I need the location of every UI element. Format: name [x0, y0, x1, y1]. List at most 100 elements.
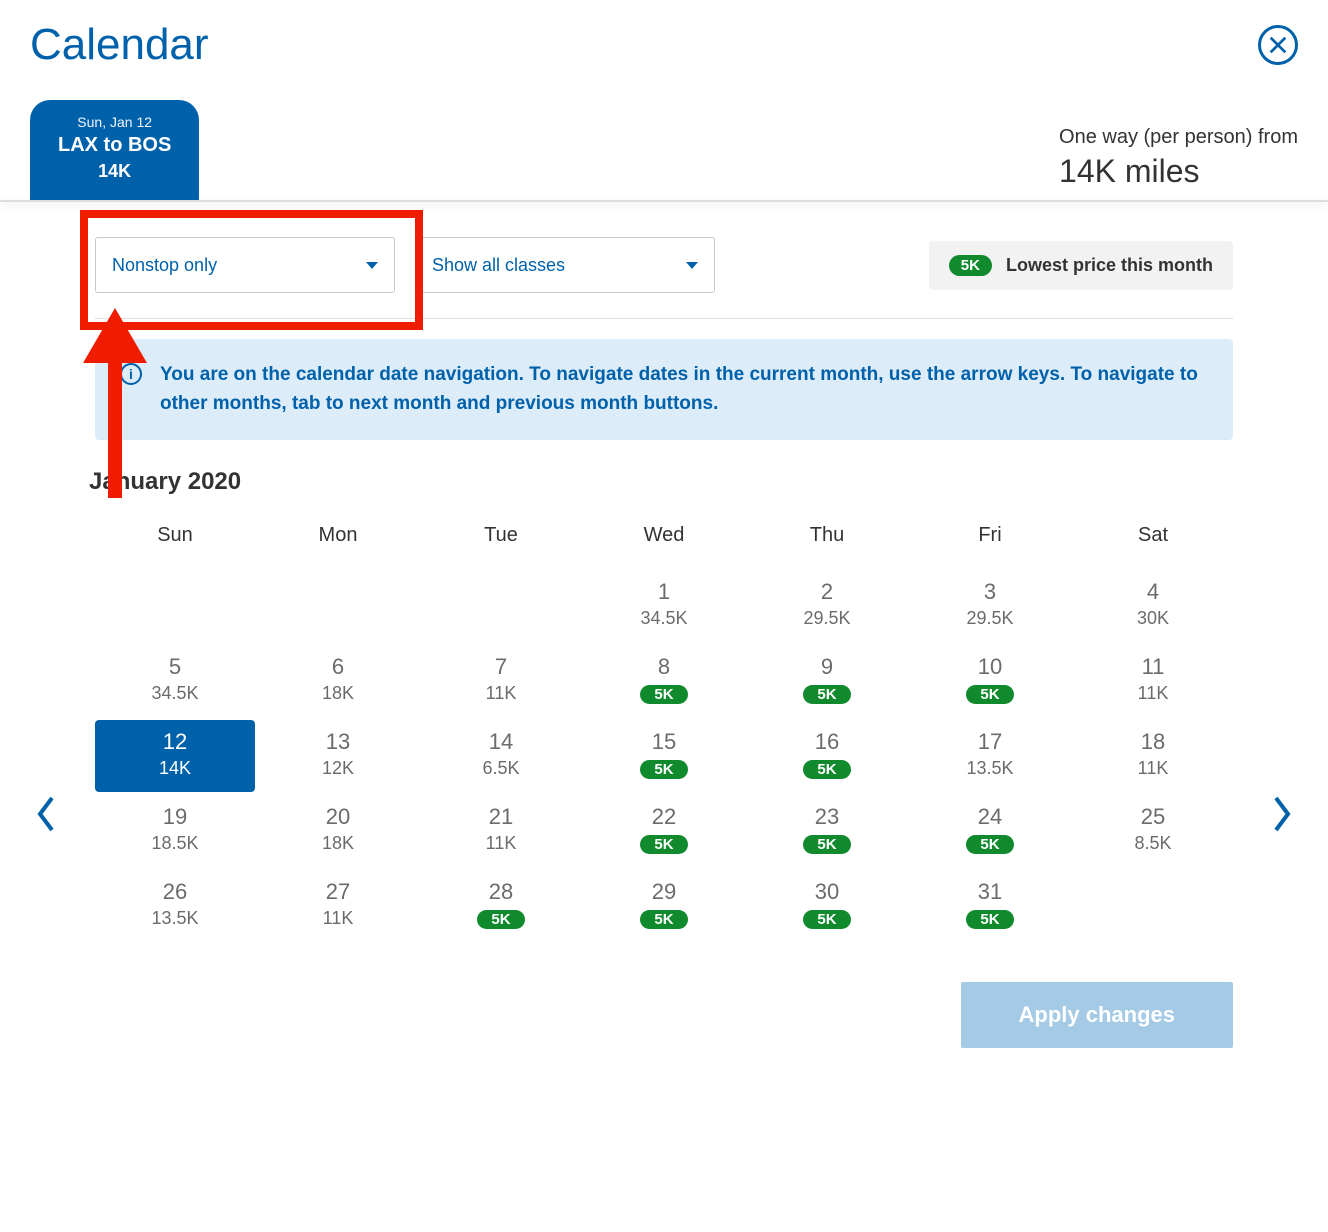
- day-price-pill: 5K: [966, 685, 1013, 704]
- day-price-pill: 5K: [803, 685, 850, 704]
- day-price: 14K: [159, 758, 191, 779]
- lowest-price-label: Lowest price this month: [1006, 255, 1213, 276]
- day-cell[interactable]: 329.5K: [910, 570, 1070, 642]
- day-cell[interactable]: 85K: [584, 645, 744, 717]
- day-cell[interactable]: 711K: [421, 645, 581, 717]
- day-cell[interactable]: 165K: [747, 720, 907, 792]
- day-cell[interactable]: 245K: [910, 795, 1070, 867]
- day-cell[interactable]: 155K: [584, 720, 744, 792]
- header-divider: [0, 200, 1328, 202]
- day-cell[interactable]: 305K: [747, 870, 907, 942]
- chevron-left-icon: [33, 794, 59, 834]
- prev-month-button[interactable]: [33, 794, 59, 839]
- day-cell[interactable]: 105K: [910, 645, 1070, 717]
- day-number: 7: [495, 654, 507, 680]
- close-button[interactable]: [1258, 25, 1298, 65]
- day-cell[interactable]: 2018K: [258, 795, 418, 867]
- close-icon: [1267, 34, 1289, 56]
- trip-tab[interactable]: Sun, Jan 12 LAX to BOS 14K: [30, 100, 199, 200]
- class-filter-dropdown[interactable]: Show all classes: [415, 237, 715, 293]
- day-cell[interactable]: 225K: [584, 795, 744, 867]
- day-number: 11: [1142, 654, 1165, 680]
- day-number: 12: [163, 729, 187, 755]
- day-number: 30: [815, 879, 839, 905]
- day-cell[interactable]: 1811K: [1073, 720, 1233, 792]
- summary-label: One way (per person) from: [1059, 126, 1298, 149]
- day-cell[interactable]: 235K: [747, 795, 907, 867]
- day-number: 26: [163, 879, 187, 905]
- day-cell[interactable]: 1111K: [1073, 645, 1233, 717]
- day-price: 11K: [323, 908, 354, 929]
- day-cell[interactable]: 618K: [258, 645, 418, 717]
- day-price: 18.5K: [151, 833, 198, 854]
- day-cell[interactable]: 1214K: [95, 720, 255, 792]
- day-cell[interactable]: 534.5K: [95, 645, 255, 717]
- trip-price: 14K: [58, 161, 171, 182]
- page-title: Calendar: [30, 20, 209, 70]
- info-icon: i: [120, 363, 142, 385]
- day-number: 9: [821, 654, 833, 680]
- day-cell[interactable]: 315K: [910, 870, 1070, 942]
- day-price: 29.5K: [803, 608, 850, 629]
- day-header: Sat: [1073, 514, 1233, 567]
- class-filter-value: Show all classes: [432, 255, 565, 276]
- day-cell[interactable]: 285K: [421, 870, 581, 942]
- day-number: 4: [1147, 579, 1159, 605]
- day-header: Thu: [747, 514, 907, 567]
- day-number: 31: [978, 879, 1002, 905]
- day-cell[interactable]: 2711K: [258, 870, 418, 942]
- day-price-pill: 5K: [640, 835, 687, 854]
- day-cell[interactable]: 229.5K: [747, 570, 907, 642]
- day-cell[interactable]: 14 6.5K: [421, 720, 581, 792]
- day-price: 11K: [486, 833, 517, 854]
- day-number: 5: [169, 654, 181, 680]
- day-price: 18K: [322, 833, 354, 854]
- day-cell-empty: [1073, 870, 1233, 942]
- day-number: 29: [652, 879, 676, 905]
- day-price-pill: 5K: [966, 910, 1013, 929]
- day-price-pill: 5K: [640, 685, 687, 704]
- day-cell[interactable]: 2613.5K: [95, 870, 255, 942]
- day-cell[interactable]: 95K: [747, 645, 907, 717]
- day-header: Wed: [584, 514, 744, 567]
- chevron-down-icon: [366, 262, 378, 269]
- day-price: 18K: [322, 683, 354, 704]
- day-number: 17: [978, 729, 1002, 755]
- chevron-right-icon: [1269, 794, 1295, 834]
- day-cell[interactable]: 258.5K: [1073, 795, 1233, 867]
- day-cell[interactable]: 1713.5K: [910, 720, 1070, 792]
- day-number: 27: [326, 879, 350, 905]
- day-price: 6.5K: [482, 758, 519, 779]
- day-price-pill: 5K: [640, 910, 687, 929]
- summary-price: 14K miles: [1059, 153, 1298, 190]
- chevron-down-icon: [686, 262, 698, 269]
- next-month-button[interactable]: [1269, 794, 1295, 839]
- day-number: 3: [984, 579, 996, 605]
- day-number: 14: [489, 729, 513, 755]
- stops-filter-value: Nonstop only: [112, 255, 217, 276]
- day-cell[interactable]: 134.5K: [584, 570, 744, 642]
- day-number: 1: [658, 579, 670, 605]
- day-cell[interactable]: 430K: [1073, 570, 1233, 642]
- day-cell-empty: [421, 570, 581, 642]
- day-number: 22: [652, 804, 676, 830]
- day-price: 30K: [1137, 608, 1169, 629]
- day-number: 8: [658, 654, 670, 680]
- day-cell[interactable]: 295K: [584, 870, 744, 942]
- trip-date: Sun, Jan 12: [58, 114, 171, 130]
- day-price: 8.5K: [1134, 833, 1171, 854]
- day-number: 6: [332, 654, 344, 680]
- day-cell[interactable]: 1918.5K: [95, 795, 255, 867]
- day-number: 13: [326, 729, 350, 755]
- day-header: Fri: [910, 514, 1070, 567]
- day-number: 20: [326, 804, 350, 830]
- trip-route: LAX to BOS: [58, 134, 171, 157]
- day-number: 21: [489, 804, 513, 830]
- stops-filter-dropdown[interactable]: Nonstop only: [95, 237, 395, 293]
- day-cell[interactable]: 1312K: [258, 720, 418, 792]
- day-price-pill: 5K: [477, 910, 524, 929]
- day-number: 16: [815, 729, 839, 755]
- day-cell[interactable]: 2111K: [421, 795, 581, 867]
- day-cell-empty: [95, 570, 255, 642]
- apply-changes-button[interactable]: Apply changes: [961, 982, 1233, 1048]
